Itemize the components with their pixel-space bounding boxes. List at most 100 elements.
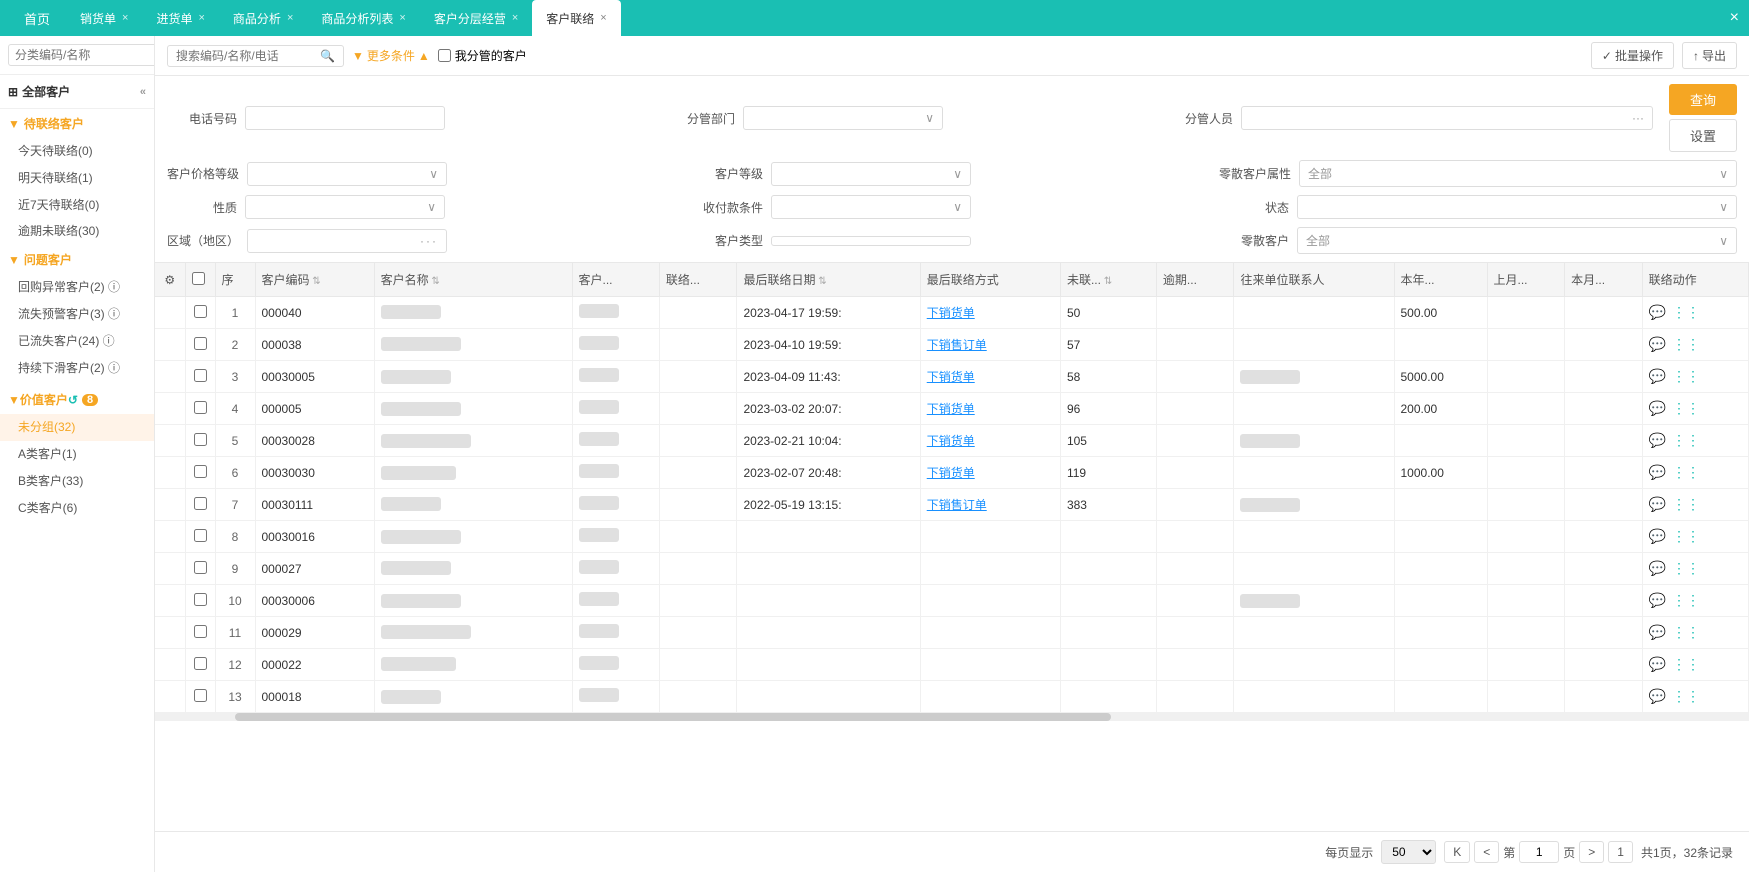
reset-button[interactable]: 设置	[1669, 119, 1737, 152]
row-checkbox[interactable]	[194, 625, 207, 638]
row-checkbox-cell[interactable]	[185, 649, 215, 681]
sidebar-search-input[interactable]	[8, 44, 155, 66]
row-checkbox-cell[interactable]	[185, 457, 215, 489]
call-icon[interactable]: 💬	[1649, 656, 1666, 673]
check-col-header[interactable]	[185, 263, 215, 297]
dept-select[interactable]: ∨	[743, 106, 943, 130]
close-customer-tier-tab[interactable]: ×	[512, 12, 518, 24]
more-action-icon[interactable]: ⋮⋮	[1672, 464, 1700, 481]
sidebar-item-overdue[interactable]: 逾期未联络(30)	[0, 218, 154, 245]
row-checkbox-cell[interactable]	[185, 585, 215, 617]
row-checkbox[interactable]	[194, 529, 207, 542]
nav-tab-product-list[interactable]: 商品分析列表 ×	[307, 0, 419, 36]
row-checkbox[interactable]	[194, 465, 207, 478]
more-action-icon[interactable]: ⋮⋮	[1672, 400, 1700, 417]
sidebar-group-pending[interactable]: ▼ 待联络客户	[0, 109, 154, 138]
type-col-header[interactable]: 客户...	[572, 263, 659, 297]
sidebar-item-typeB[interactable]: B类客户(33)	[0, 468, 154, 495]
sidebar-group-problem[interactable]: ▼ 问题客户	[0, 245, 154, 274]
sidebar-item-abnormal[interactable]: 回购异常客户(2) ⓘ	[0, 274, 154, 301]
sidebar-group-value[interactable]: ▼ 价值客户 ↺ 8	[0, 385, 154, 414]
filter-search-icon[interactable]: 🔍	[320, 49, 335, 63]
row-checkbox-cell[interactable]	[185, 361, 215, 393]
call-icon[interactable]: 💬	[1649, 592, 1666, 609]
more-action-icon[interactable]: ⋮⋮	[1672, 656, 1700, 673]
more-action-icon[interactable]: ⋮⋮	[1672, 304, 1700, 321]
contact-method-link[interactable]: 下销货单	[927, 466, 975, 480]
more-action-icon[interactable]: ⋮⋮	[1672, 528, 1700, 545]
price-grade-select[interactable]: ∨	[247, 162, 447, 186]
close-product-list-tab[interactable]: ×	[399, 12, 405, 24]
contact-method-link[interactable]: 下销货单	[927, 370, 975, 384]
sidebar-item-churn-warning[interactable]: 流失预警客户(3) ⓘ	[0, 301, 154, 328]
call-icon[interactable]: 💬	[1649, 400, 1666, 417]
contact-col-header[interactable]: 联络...	[659, 263, 737, 297]
nature-select[interactable]: ∨	[245, 195, 445, 219]
last-method-col-header[interactable]: 最后联络方式	[920, 263, 1060, 297]
sidebar-item-declining[interactable]: 持续下滑客户(2) ⓘ	[0, 355, 154, 382]
close-sales-tab[interactable]: ×	[122, 12, 128, 24]
last-page-button[interactable]: 1	[1608, 841, 1633, 863]
row-checkbox-cell[interactable]	[185, 489, 215, 521]
more-action-icon[interactable]: ⋮⋮	[1672, 336, 1700, 353]
last-date-col-header[interactable]: 最后联络日期	[737, 263, 920, 297]
sidebar-all-customers[interactable]: ⊞ 全部客户 «	[0, 75, 154, 109]
row-checkbox-cell[interactable]	[185, 553, 215, 585]
close-window-button[interactable]: ×	[1730, 9, 1739, 27]
call-icon[interactable]: 💬	[1649, 336, 1666, 353]
sidebar-item-today[interactable]: 今天待联络(0)	[0, 138, 154, 165]
row-checkbox-cell[interactable]	[185, 521, 215, 553]
last-month-col-header[interactable]: 上月...	[1487, 263, 1565, 297]
refresh-icon[interactable]: ↺	[68, 393, 78, 407]
filter-more-button[interactable]: ▼ 更多条件 ▲	[352, 47, 430, 64]
sidebar-item-tomorrow[interactable]: 明天待联络(1)	[0, 165, 154, 192]
nav-tab-customer-tier[interactable]: 客户分层经营 ×	[420, 0, 532, 36]
sidebar-collapse-icon[interactable]: «	[140, 86, 146, 98]
nav-tab-purchase[interactable]: 进货单 ×	[142, 0, 218, 36]
row-checkbox[interactable]	[194, 497, 207, 510]
call-icon[interactable]: 💬	[1649, 688, 1666, 705]
row-checkbox-cell[interactable]	[185, 681, 215, 713]
call-icon[interactable]: 💬	[1649, 368, 1666, 385]
call-icon[interactable]: 💬	[1649, 432, 1666, 449]
unit-contact-col-header[interactable]: 往来单位联系人	[1234, 263, 1394, 297]
scatter-attr-select[interactable]: 全部 ∨	[1299, 160, 1737, 187]
contact-method-link[interactable]: 下销货单	[927, 402, 975, 416]
query-button[interactable]: 查询	[1669, 84, 1737, 115]
more-action-icon[interactable]: ⋮⋮	[1672, 624, 1700, 641]
page-size-select[interactable]: 50 20 100	[1381, 840, 1436, 864]
contact-method-link[interactable]: 下销售订单	[927, 338, 987, 352]
region-select[interactable]: ···	[247, 229, 447, 253]
more-action-icon[interactable]: ⋮⋮	[1672, 368, 1700, 385]
row-checkbox-cell[interactable]	[185, 617, 215, 649]
row-checkbox[interactable]	[194, 337, 207, 350]
select-all-checkbox[interactable]	[192, 272, 205, 285]
nav-tab-customer-contact[interactable]: 客户联络 ×	[532, 0, 620, 36]
row-checkbox-cell[interactable]	[185, 425, 215, 457]
row-checkbox[interactable]	[194, 305, 207, 318]
scroll-thumb[interactable]	[235, 713, 1112, 721]
row-checkbox[interactable]	[194, 401, 207, 414]
nav-tab-product-analysis[interactable]: 商品分析 ×	[219, 0, 307, 36]
overdue-col-header[interactable]: 逾期...	[1156, 263, 1234, 297]
call-icon[interactable]: 💬	[1649, 560, 1666, 577]
my-customers-check[interactable]	[438, 49, 451, 62]
close-customer-contact-tab[interactable]: ×	[600, 12, 606, 24]
contact-method-link[interactable]: 下销货单	[927, 306, 975, 320]
cust-type-select[interactable]	[771, 236, 971, 246]
more-action-icon[interactable]: ⋮⋮	[1672, 592, 1700, 609]
close-purchase-tab[interactable]: ×	[198, 12, 204, 24]
first-page-button[interactable]: K	[1444, 841, 1470, 863]
name-col-header[interactable]: 客户名称	[374, 263, 572, 297]
call-icon[interactable]: 💬	[1649, 304, 1666, 321]
status-select[interactable]: ∨	[1297, 195, 1737, 219]
uncontact-col-header[interactable]: 未联...	[1060, 263, 1156, 297]
row-checkbox[interactable]	[194, 561, 207, 574]
next-page-button[interactable]: >	[1579, 841, 1604, 863]
contact-method-link[interactable]: 下销售订单	[927, 498, 987, 512]
horizontal-scrollbar[interactable]	[155, 713, 1749, 721]
gear-col-header[interactable]: ⚙	[155, 263, 185, 297]
sidebar-item-typeA[interactable]: A类客户(1)	[0, 441, 154, 468]
phone-input[interactable]	[245, 106, 445, 130]
page-number-input[interactable]	[1519, 841, 1559, 863]
